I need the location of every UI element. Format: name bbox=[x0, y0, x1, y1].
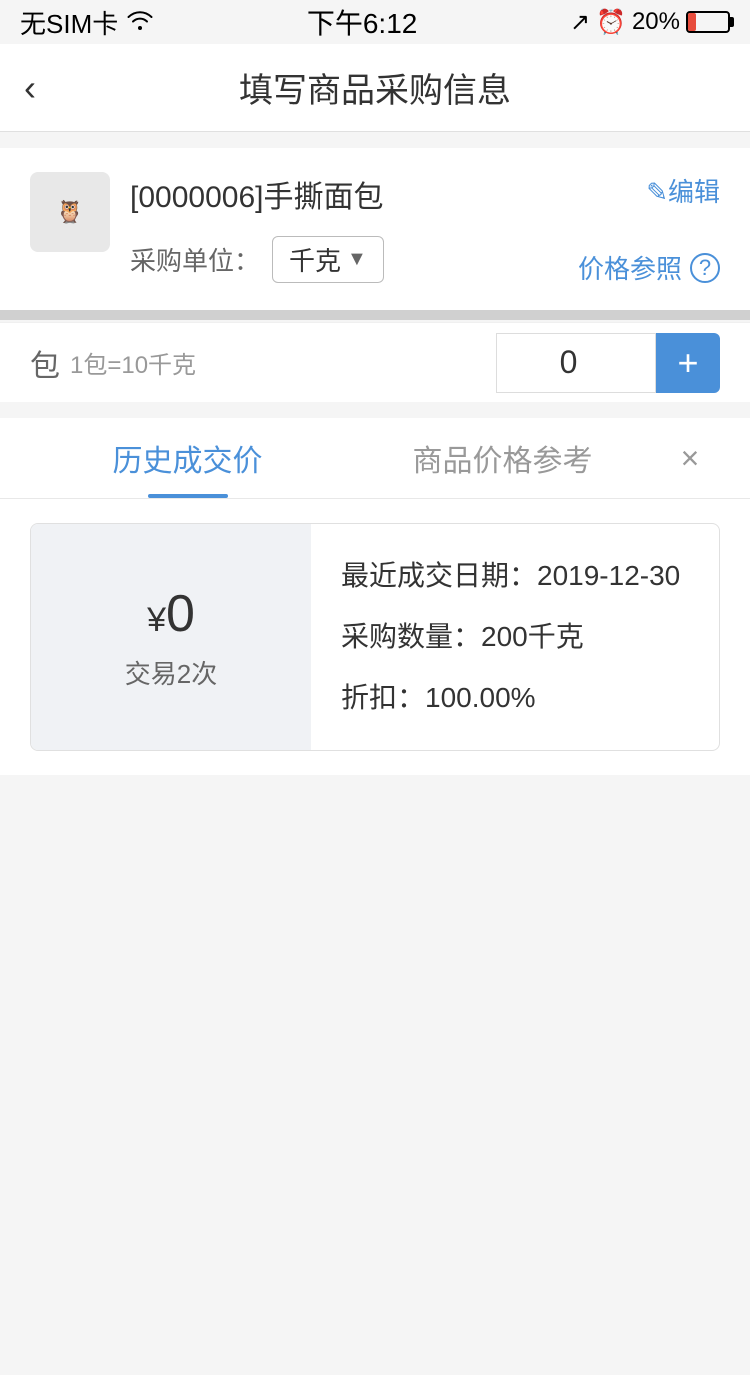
trade-card-details: 最近成交日期：2019-12-30 采购数量：200千克 折扣：100.00% bbox=[311, 524, 719, 750]
edit-button[interactable]: ✎编辑 bbox=[646, 172, 720, 209]
product-card: 🦉 [0000006]手撕面包 采购单位： 千克 ▼ ✎编辑 价格参照 ? bbox=[0, 148, 750, 310]
trade-card: ¥0 交易2次 最近成交日期：2019-12-30 采购数量：200千克 折扣：… bbox=[30, 523, 720, 751]
unit-dropdown-arrow: ▼ bbox=[347, 248, 367, 271]
quantity-hint: 1包=10千克 bbox=[70, 345, 196, 380]
back-button[interactable]: ‹ bbox=[24, 67, 36, 109]
divider-bar bbox=[0, 310, 750, 320]
discount-value: 100.00% bbox=[425, 682, 536, 713]
page-title: 填写商品采购信息 bbox=[239, 63, 511, 112]
status-bar: 无SIM卡 下午6:12 ↗ ⏰ 20% bbox=[0, 0, 750, 44]
quantity-input[interactable] bbox=[496, 333, 656, 393]
product-logo-text: 🦉 bbox=[56, 199, 83, 225]
empty-area bbox=[0, 775, 750, 1375]
tab-close-button[interactable]: × bbox=[660, 428, 720, 488]
battery-icon bbox=[686, 11, 730, 33]
package-icon: 包 bbox=[30, 341, 60, 385]
status-right: ↗ ⏰ 20% bbox=[570, 8, 730, 37]
quantity-row: 包 1包=10千克 + bbox=[0, 322, 750, 402]
tab-product-price-ref[interactable]: 商品价格参考 bbox=[345, 418, 660, 498]
battery-text: 20% bbox=[632, 8, 680, 36]
product-unit-row: 采购单位： 千克 ▼ bbox=[130, 236, 384, 283]
quantity-plus-button[interactable]: + bbox=[656, 333, 720, 393]
price-value: 0 bbox=[166, 585, 195, 643]
trade-price: ¥0 bbox=[147, 584, 195, 644]
quantity-value: 200千克 bbox=[481, 621, 584, 652]
product-info: [0000006]手撕面包 采购单位： 千克 ▼ bbox=[130, 172, 384, 283]
recent-date-value: 2019-12-30 bbox=[537, 560, 680, 591]
unit-select[interactable]: 千克 ▼ bbox=[272, 236, 384, 283]
status-left: 无SIM卡 bbox=[20, 4, 154, 41]
unit-value: 千克 bbox=[289, 241, 341, 278]
trade-card-wrapper: ¥0 交易2次 最近成交日期：2019-12-30 采购数量：200千克 折扣：… bbox=[0, 499, 750, 775]
product-logo: 🦉 bbox=[30, 172, 110, 252]
unit-label: 采购单位： bbox=[130, 241, 260, 278]
quantity-label: 包 1包=10千克 bbox=[30, 341, 196, 385]
trade-count: 交易2次 bbox=[125, 654, 217, 691]
carrier-text: 无SIM卡 bbox=[20, 4, 118, 41]
tab-history-price[interactable]: 历史成交价 bbox=[30, 418, 345, 498]
wifi-icon bbox=[126, 7, 154, 38]
quantity-input-group: + bbox=[496, 333, 720, 393]
trade-card-price-section: ¥0 交易2次 bbox=[31, 524, 311, 750]
alarm-icon: ⏰ bbox=[596, 8, 626, 37]
purchase-quantity-row: 采购数量：200千克 bbox=[341, 615, 689, 660]
recent-date-label: 最近成交日期： bbox=[341, 560, 537, 591]
quantity-label-text: 采购数量： bbox=[341, 621, 481, 652]
product-actions: ✎编辑 价格参照 ? bbox=[578, 172, 720, 286]
discount-label: 折扣： bbox=[341, 682, 425, 713]
discount-row: 折扣：100.00% bbox=[341, 676, 689, 721]
nav-bar: ‹ 填写商品采购信息 bbox=[0, 44, 750, 132]
price-ref-help-icon[interactable]: ? bbox=[690, 253, 720, 283]
recent-date-row: 最近成交日期：2019-12-30 bbox=[341, 554, 689, 599]
status-time: 下午6:12 bbox=[307, 2, 418, 42]
product-name: [0000006]手撕面包 bbox=[130, 172, 384, 216]
gps-icon: ↗ bbox=[570, 8, 590, 37]
currency-symbol: ¥ bbox=[147, 601, 166, 639]
price-ref-button[interactable]: 价格参照 ? bbox=[578, 249, 720, 286]
tabs-header: 历史成交价 商品价格参考 × bbox=[0, 418, 750, 499]
price-ref-label: 价格参照 bbox=[578, 249, 682, 286]
tabs-section: 历史成交价 商品价格参考 × ¥0 交易2次 最近成交日期：2019-12-30… bbox=[0, 418, 750, 775]
